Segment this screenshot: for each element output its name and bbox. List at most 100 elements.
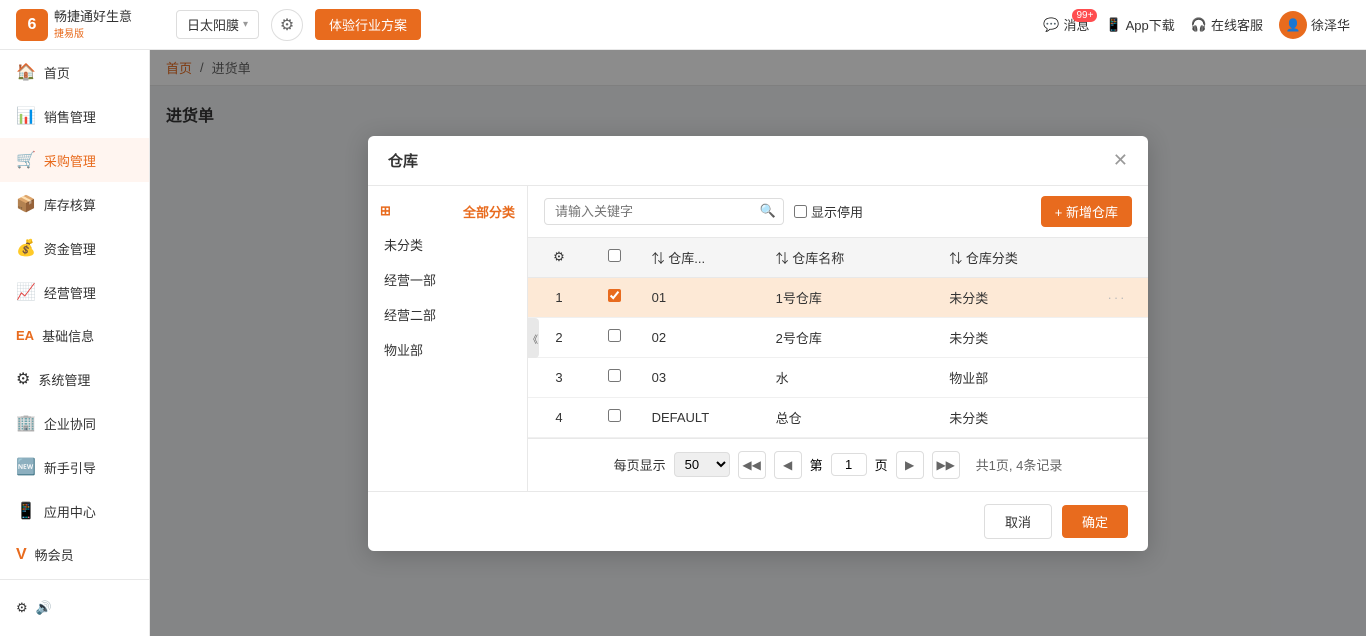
warehouse-modal: 仓库 ✕ ⊞ 全部分类 未分类 经营一部 经营二部 物业部 <box>368 136 1148 551</box>
sort-icon-name: ⇅ <box>776 251 789 266</box>
sidebar-label-stock: 库存核算 <box>44 195 96 214</box>
row-code: 03 <box>640 357 764 397</box>
page-input[interactable] <box>831 453 867 476</box>
category-item-dept1[interactable]: 经营一部 <box>368 262 527 297</box>
app-download-item[interactable]: 📱 App下载 <box>1105 15 1174 34</box>
settings-button[interactable]: ⚙ <box>271 9 303 41</box>
settings-bottom-icon: ⚙ <box>16 600 28 616</box>
sidebar-item-company[interactable]: 🏢 企业协同 <box>0 401 149 445</box>
modal-close-button[interactable]: ✕ <box>1113 150 1128 171</box>
sort-icon-cat: ⇅ <box>949 251 962 266</box>
sidebar-label-basic: 基础信息 <box>42 326 94 345</box>
prev-page-button[interactable]: ◀ <box>774 451 802 479</box>
modal-footer: 取消 确定 <box>368 491 1148 551</box>
row-checkbox[interactable] <box>608 289 621 302</box>
phone-icon: 📱 <box>1105 17 1121 33</box>
online-service-item[interactable]: 🎧 在线客服 <box>1191 15 1263 34</box>
row-checkbox-cell <box>590 397 640 437</box>
more-dots[interactable]: ··· <box>1107 290 1126 305</box>
row-name: 总仓 <box>764 397 938 437</box>
gear-icon: ⚙ <box>280 15 294 35</box>
row-code: 01 <box>640 277 764 317</box>
search-input[interactable] <box>544 198 784 225</box>
row-checkbox[interactable] <box>608 369 621 382</box>
guide-icon: 🆕 <box>16 457 36 477</box>
sidebar-label-purchase: 采购管理 <box>44 151 96 170</box>
modal-title: 仓库 <box>388 150 418 171</box>
modal-body: ⊞ 全部分类 未分类 经营一部 经营二部 物业部 《 <box>368 186 1148 491</box>
sidebar-item-system[interactable]: ⚙ 系统管理 <box>0 357 149 401</box>
category-item-property[interactable]: 物业部 <box>368 332 527 367</box>
next-page-button[interactable]: ▶ <box>896 451 924 479</box>
sidebar-item-operation[interactable]: 📈 经营管理 <box>0 270 149 314</box>
per-page-select[interactable]: 50 10 20 100 <box>674 452 730 477</box>
last-page-button[interactable]: ▶▶ <box>932 451 960 479</box>
show-disabled-wrap: 显示停用 <box>794 202 863 221</box>
table-toolbar: 🔍 显示停用 + 新增仓库 <box>528 186 1148 238</box>
sidebar-label-apps: 应用中心 <box>44 502 96 521</box>
row-more-cell <box>1086 357 1148 397</box>
sales-icon: 📊 <box>16 106 36 126</box>
system-icon: ⚙ <box>16 369 30 389</box>
table-row[interactable]: 1 01 1号仓库 未分类 ··· <box>528 277 1148 317</box>
category-collapse-button[interactable]: 《 <box>527 318 539 358</box>
col-header-more <box>1086 238 1148 278</box>
warehouse-table: ⚙ ⇅ 仓库... <box>528 238 1148 438</box>
row-name: 1号仓库 <box>764 277 938 317</box>
sidebar: 🏠 首页 📊 销售管理 🛒 采购管理 📦 库存核算 💰 资金管理 📈 经营管理 … <box>0 50 150 636</box>
cancel-button[interactable]: 取消 <box>984 504 1052 539</box>
sidebar-item-basic[interactable]: EA 基础信息 <box>0 314 149 357</box>
table-row[interactable]: 2 02 2号仓库 未分类 <box>528 317 1148 357</box>
sidebar-item-sales[interactable]: 📊 销售管理 <box>0 94 149 138</box>
sidebar-item-member[interactable]: V 畅会员 <box>0 533 149 576</box>
col-header-code: ⇅ 仓库... <box>640 238 764 278</box>
category-item-unclassified[interactable]: 未分类 <box>368 227 527 262</box>
row-more-cell: ··· <box>1086 277 1148 317</box>
headset-icon: 🎧 <box>1191 17 1207 33</box>
grid-icon: ⊞ <box>380 203 391 219</box>
user-item[interactable]: 👤 徐泽华 <box>1279 11 1350 39</box>
row-code: 02 <box>640 317 764 357</box>
table-row[interactable]: 4 DEFAULT 总仓 未分类 <box>528 397 1148 437</box>
col-header-category: ⇅ 仓库分类 <box>937 238 1086 278</box>
store-arrow-icon: ▾ <box>243 19 248 30</box>
row-checkbox[interactable] <box>608 409 621 422</box>
col-name-label: 仓库名称 <box>792 251 844 266</box>
sidebar-item-home[interactable]: 🏠 首页 <box>0 50 149 94</box>
row-checkbox[interactable] <box>608 329 621 342</box>
page-unit: 页 <box>875 455 888 474</box>
try-industry-button[interactable]: 体验行业方案 <box>315 9 421 40</box>
show-disabled-checkbox[interactable] <box>794 205 807 218</box>
row-checkbox-cell <box>590 317 640 357</box>
add-warehouse-button[interactable]: + 新增仓库 <box>1041 196 1132 227</box>
table-header-row: ⚙ ⇅ 仓库... <box>528 238 1148 278</box>
message-item[interactable]: 💬 消息 99+ <box>1043 15 1089 34</box>
sidebar-label-finance: 资金管理 <box>44 239 96 258</box>
row-name: 2号仓库 <box>764 317 938 357</box>
home-icon: 🏠 <box>16 62 36 82</box>
select-all-checkbox[interactable] <box>608 249 621 262</box>
col-header-gear: ⚙ <box>528 238 590 278</box>
settings-bottom-icon2: 🔊 <box>36 600 52 616</box>
row-name: 水 <box>764 357 938 397</box>
confirm-button[interactable]: 确定 <box>1062 505 1128 538</box>
row-category: 未分类 <box>937 317 1086 357</box>
sidebar-item-purchase[interactable]: 🛒 采购管理 <box>0 138 149 182</box>
search-input-wrap: 🔍 <box>544 198 784 225</box>
sidebar-item-guide[interactable]: 🆕 新手引导 <box>0 445 149 489</box>
table-row[interactable]: 3 03 水 物业部 <box>528 357 1148 397</box>
sidebar-item-apps[interactable]: 📱 应用中心 <box>0 489 149 533</box>
search-icon[interactable]: 🔍 <box>760 203 776 219</box>
row-more-cell <box>1086 397 1148 437</box>
category-all-label[interactable]: 全部分类 <box>463 202 515 221</box>
col-header-name: ⇅ 仓库名称 <box>764 238 938 278</box>
collapse-icon: 《 <box>528 331 538 346</box>
category-item-dept2[interactable]: 经营二部 <box>368 297 527 332</box>
store-selector[interactable]: 日太阳膜 ▾ <box>176 10 259 39</box>
sidebar-item-stock[interactable]: 📦 库存核算 <box>0 182 149 226</box>
sidebar-label-system: 系统管理 <box>38 370 90 389</box>
first-page-button[interactable]: ◀◀ <box>738 451 766 479</box>
sidebar-item-finance[interactable]: 💰 资金管理 <box>0 226 149 270</box>
sidebar-settings-bottom[interactable]: ⚙ 🔊 <box>0 588 149 628</box>
top-nav: 6 畅捷通好生意 捷易版 日太阳膜 ▾ ⚙ 体验行业方案 💬 消息 99+ 📱 … <box>0 0 1366 50</box>
